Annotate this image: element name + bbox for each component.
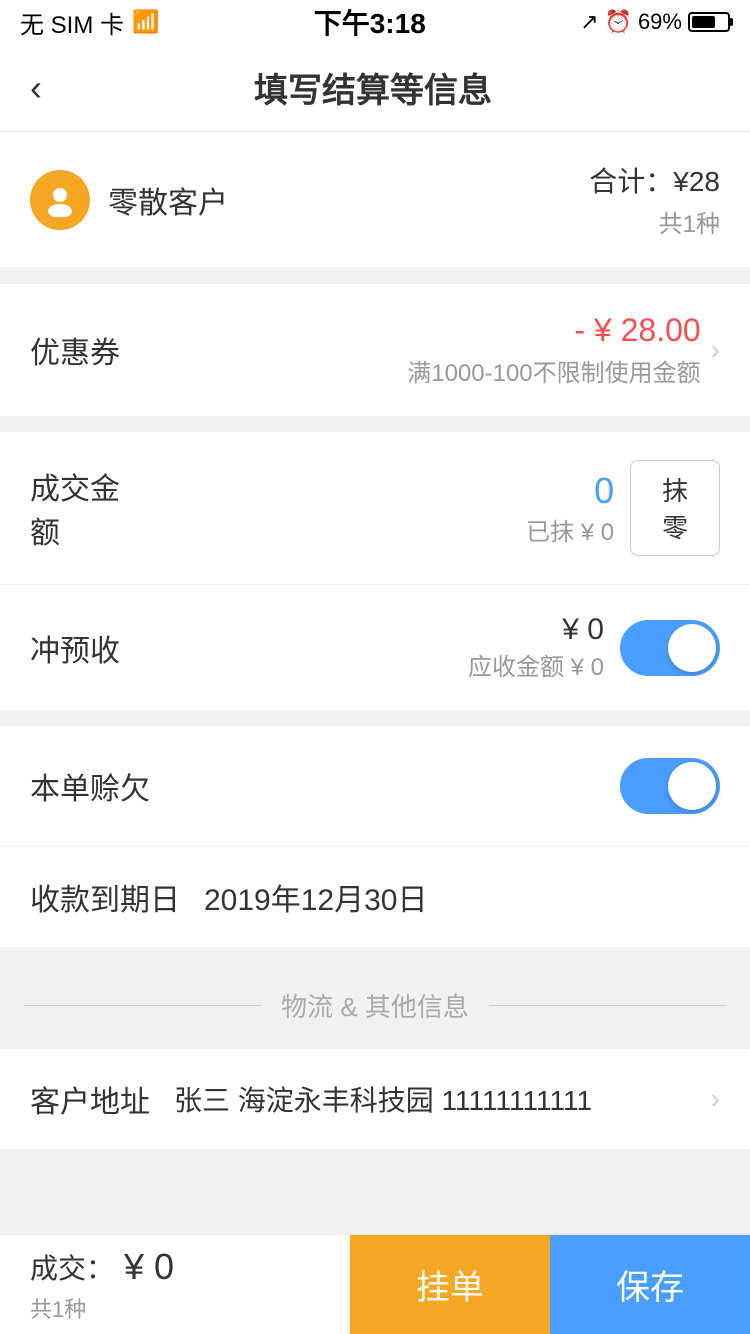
customer-name: 零散客户 [108, 178, 228, 222]
coupon-right: - ¥ 28.00 满1000-100不限制使用金额 › [407, 312, 720, 388]
battery-percent: 69% [638, 9, 682, 35]
advance-toggle[interactable] [620, 620, 720, 676]
deal-amount-section: 成交金额 已抹 ¥ 0 抹零 冲预收 ¥ 0 应收金额 ¥ 0 [0, 432, 750, 710]
customer-total: 合计：¥28 共1种 [589, 160, 720, 239]
back-button[interactable]: ‹ [30, 67, 42, 109]
sim-label: 无 SIM 卡 [20, 5, 124, 40]
advance-receivable: 应收金额 ¥ 0 [468, 647, 604, 682]
address-label: 客户地址 [30, 1077, 150, 1121]
coupon-description: 满1000-100不限制使用金额 [407, 353, 700, 388]
bottom-bar: 成交： ¥ 0 共1种 挂单 保存 [0, 1234, 750, 1334]
debt-section: 本单赊欠 收款到期日 2019年12月30日 [0, 726, 750, 947]
address-row[interactable]: 客户地址 张三 海淀永丰科技园 11111111111 › [0, 1049, 750, 1149]
duedate-value: 2019年12月30日 [204, 875, 427, 919]
status-right: ↗ ⏰ 69% [580, 9, 730, 35]
bottom-summary: 成交： ¥ 0 共1种 [0, 1246, 350, 1324]
customer-row: 零散客户 合计：¥28 共1种 [0, 132, 750, 267]
logistics-divider-left [24, 1005, 261, 1006]
total-amount: 合计：¥28 [589, 160, 720, 200]
advance-right: ¥ 0 应收金额 ¥ 0 [468, 613, 720, 682]
duedate-label: 收款到期日 [30, 875, 180, 919]
deal-amount-label: 成交金额 [30, 464, 149, 552]
advance-amount: ¥ 0 [468, 613, 604, 647]
logistics-divider-section: 物流 & 其他信息 [0, 963, 750, 1048]
location-icon: ↗ [580, 9, 598, 35]
toggle-knob [668, 624, 716, 672]
avatar [30, 170, 90, 230]
coupon-info: - ¥ 28.00 满1000-100不限制使用金额 [407, 312, 700, 388]
save-button[interactable]: 保存 [550, 1235, 750, 1334]
status-left: 无 SIM 卡 📶 [20, 5, 159, 40]
logistics-divider-right [489, 1005, 726, 1006]
advance-label: 冲预收 [30, 626, 120, 670]
deal-amount-right: 已抹 ¥ 0 抹零 [149, 460, 720, 556]
deal-amount-input[interactable] [149, 470, 614, 512]
debt-toggle[interactable] [620, 758, 720, 814]
content: 零散客户 合计：¥28 共1种 优惠券 - ¥ 28.00 满1000-100不… [0, 132, 750, 1269]
deal-amount-col: 已抹 ¥ 0 [149, 470, 614, 547]
page-title: 填写结算等信息 [62, 63, 684, 112]
coupon-row[interactable]: 优惠券 - ¥ 28.00 满1000-100不限制使用金额 › [0, 283, 750, 416]
customer-info: 零散客户 [30, 170, 228, 230]
nav-bar: ‹ 填写结算等信息 [0, 44, 750, 132]
section-separator-2 [0, 710, 750, 726]
wifi-icon: 📶 [132, 9, 159, 35]
debt-row: 本单赊欠 [0, 726, 750, 846]
address-chevron-icon: › [711, 1083, 720, 1115]
deal-amount-row: 成交金额 已抹 ¥ 0 抹零 [0, 432, 750, 585]
alarm-icon: ⏰ [605, 9, 632, 35]
advance-amount-col: ¥ 0 应收金额 ¥ 0 [468, 613, 604, 682]
debt-label: 本单赊欠 [30, 764, 150, 808]
status-time: 下午3:18 [314, 2, 426, 42]
section-separator-1 [0, 416, 750, 432]
advance-row: 冲预收 ¥ 0 应收金额 ¥ 0 [0, 585, 750, 710]
total-count: 共1种 [589, 204, 720, 239]
bottom-deal-amount: ¥ 0 [124, 1246, 174, 1288]
duedate-row: 收款到期日 2019年12月30日 [0, 846, 750, 947]
address-value: 张三 海淀永丰科技园 11111111111 [174, 1079, 711, 1119]
debt-toggle-knob [668, 762, 716, 810]
deal-amount-sub: 已抹 ¥ 0 [149, 512, 614, 547]
chevron-right-icon: › [711, 334, 720, 366]
bottom-count: 共1种 [30, 1292, 320, 1324]
pending-button[interactable]: 挂单 [350, 1235, 550, 1334]
logistics-label: 物流 & 其他信息 [261, 987, 489, 1024]
battery-icon [688, 12, 730, 32]
round-zero-button[interactable]: 抹零 [630, 460, 720, 556]
coupon-discount: - ¥ 28.00 [407, 312, 700, 349]
status-bar: 无 SIM 卡 📶 下午3:18 ↗ ⏰ 69% [0, 0, 750, 44]
bottom-deal-label: 成交： [30, 1247, 114, 1287]
bottom-deal-row: 成交： ¥ 0 [30, 1246, 320, 1288]
coupon-label: 优惠券 [30, 328, 120, 372]
